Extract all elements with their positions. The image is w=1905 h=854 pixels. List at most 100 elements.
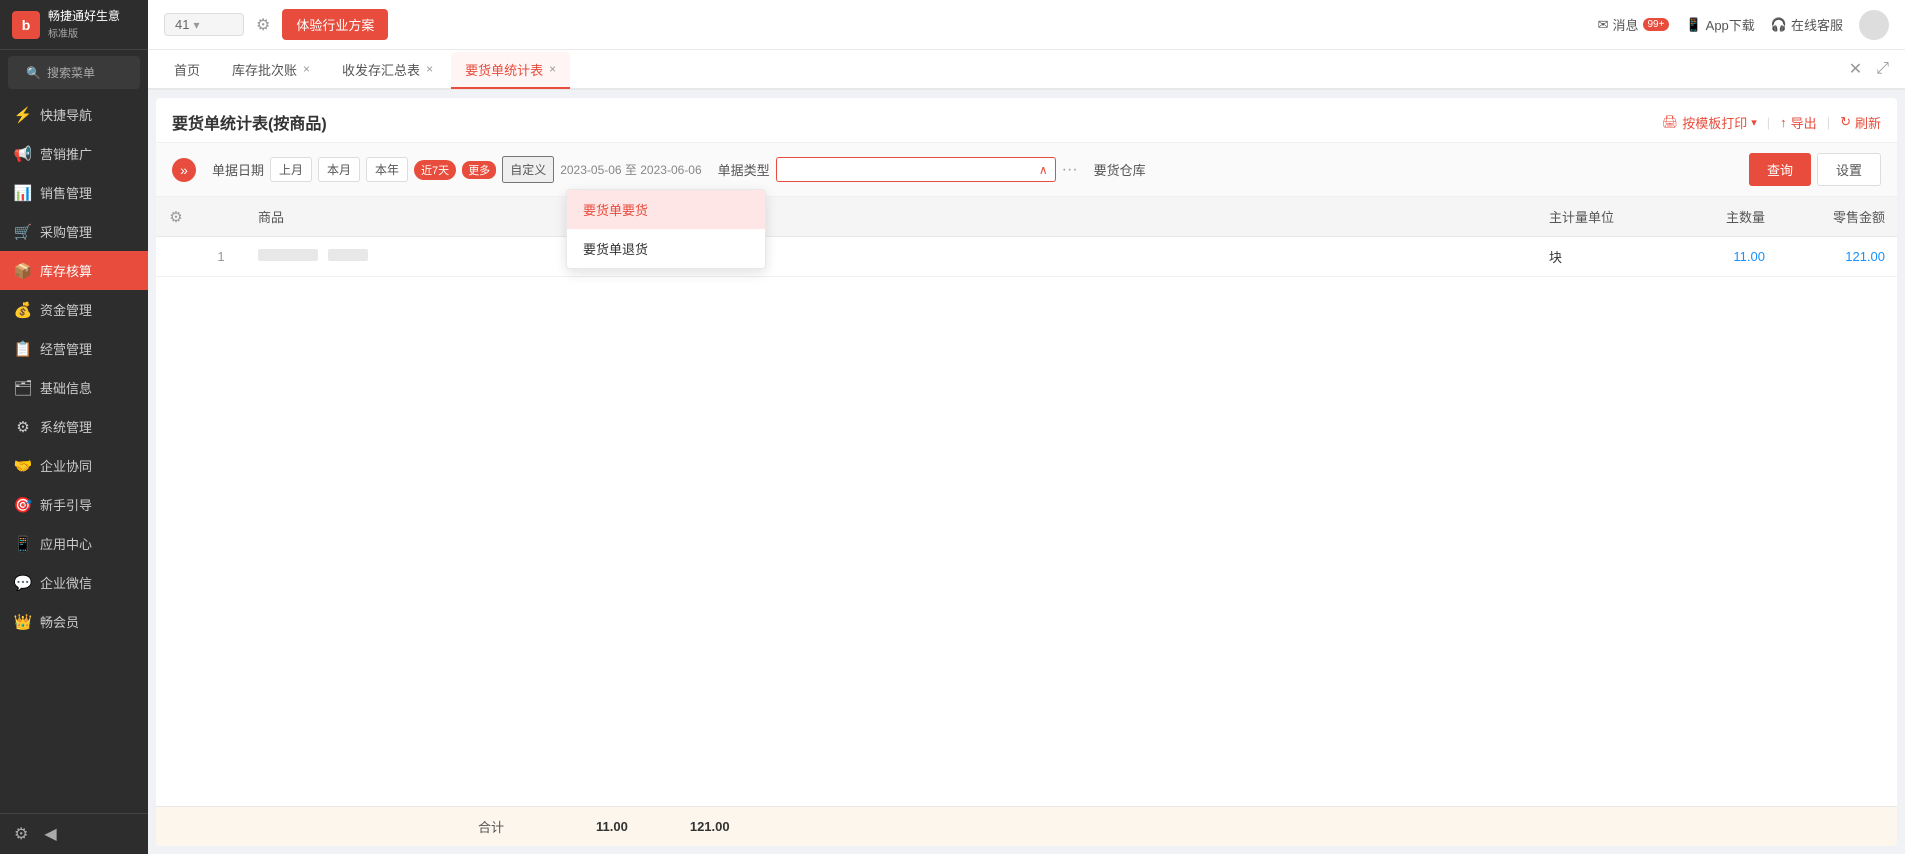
- sidebar-item-label: 经营管理: [40, 339, 92, 358]
- sidebar-item-label: 采购管理: [40, 222, 92, 241]
- footer-label: 合计: [478, 817, 504, 836]
- industry-btn[interactable]: 体验行业方案: [282, 9, 388, 40]
- filter-type-group: 单据类型 ∧ ···: [718, 157, 1078, 182]
- operations-icon: 📋: [14, 340, 32, 358]
- separator: |: [1767, 115, 1770, 130]
- filter-7days-tag[interactable]: 近7天: [414, 160, 456, 180]
- export-btn[interactable]: ↑ 导出: [1780, 113, 1817, 132]
- collapse-icon[interactable]: ◀: [44, 824, 56, 844]
- sidebar-item-app-center[interactable]: 📱 应用中心: [0, 524, 148, 563]
- search-menu[interactable]: 🔍 搜索菜单: [8, 56, 140, 89]
- export-icon: ↑: [1780, 115, 1787, 130]
- table-header-row: ⚙ 商品 主计量单位 主数量 零售金额: [156, 197, 1897, 237]
- sidebar-item-marketing[interactable]: 📢 营销推广: [0, 134, 148, 173]
- tab-home[interactable]: 首页: [160, 52, 214, 89]
- gear-icon[interactable]: ⚙: [256, 15, 270, 35]
- finance-icon: 💰: [14, 301, 32, 319]
- col-unit-header: 主计量单位: [1537, 197, 1657, 237]
- sidebar-item-label: 快捷导航: [40, 105, 92, 124]
- dropdown-item-purchase-order[interactable]: 要货单要货: [567, 190, 765, 229]
- sidebar-item-finance[interactable]: 💰 资金管理: [0, 290, 148, 329]
- messages-label: 消息: [1612, 15, 1638, 34]
- sidebar-item-sales[interactable]: 📊 销售管理: [0, 173, 148, 212]
- search-icon: 🔍: [26, 66, 41, 80]
- sidebar-item-label: 销售管理: [40, 183, 92, 202]
- data-table-container: ⚙ 商品 主计量单位 主数量 零售金额 1: [156, 197, 1897, 806]
- filter-date-group: 单据日期 上月 本月 本年 近7天 更多 自定义 2023-05-06 至 20…: [212, 156, 702, 183]
- refresh-btn[interactable]: ↻ 刷新: [1840, 113, 1881, 132]
- tabs-count-selector[interactable]: 41 ▾: [164, 13, 244, 36]
- sidebar-item-system[interactable]: ⚙ 系统管理: [0, 407, 148, 446]
- tab-order-summary[interactable]: 要货单统计表 ×: [451, 52, 570, 89]
- topbar: 41 ▾ ⚙ 体验行业方案 ✉ 消息 99+ 📱 App下载 🎧 在线客服: [148, 0, 1905, 50]
- brand-sub: 标准版: [48, 25, 120, 40]
- sidebar-item-label: 资金管理: [40, 300, 92, 319]
- sidebar-item-members[interactable]: 👑 畅会员: [0, 602, 148, 641]
- sidebar-item-inventory[interactable]: 📦 库存核算: [0, 251, 148, 290]
- table-row: 1 块 11.00 121.00: [156, 237, 1897, 277]
- dropdown-item-purchase-return[interactable]: 要货单退货: [567, 229, 765, 268]
- page-content: 要货单统计表(按商品) 🖨 按模板打印 ▾ | ↑ 导出 | ↻ 刷新: [156, 98, 1897, 846]
- phone-icon: 📱: [1685, 17, 1701, 33]
- filter-more-tag[interactable]: 更多: [462, 161, 496, 179]
- tab-batch-account-close[interactable]: ×: [303, 63, 310, 75]
- filter-type-more-btn[interactable]: ···: [1062, 161, 1078, 179]
- app-logo-icon: b: [12, 11, 40, 39]
- query-btn[interactable]: 查询: [1749, 153, 1811, 186]
- sidebar-item-guide[interactable]: 🎯 新手引导: [0, 485, 148, 524]
- filter-warehouse-group: 要货仓库: [1094, 160, 1146, 179]
- online-service-label: 在线客服: [1791, 15, 1843, 34]
- sidebar-item-quick-nav[interactable]: ⚡ 快捷导航: [0, 95, 148, 134]
- col-amount-header: 零售金额: [1777, 197, 1897, 237]
- print-template-btn[interactable]: 🖨 按模板打印 ▾: [1662, 113, 1757, 132]
- quick-nav-icon: ⚡: [14, 106, 32, 124]
- page-title: 要货单统计表(按商品): [172, 110, 327, 134]
- sidebar-item-purchase[interactable]: 🛒 采购管理: [0, 212, 148, 251]
- sidebar-item-enterprise[interactable]: 🤝 企业协同: [0, 446, 148, 485]
- tab-order-summary-close[interactable]: ×: [549, 63, 556, 75]
- settings-btn[interactable]: 设置: [1817, 153, 1881, 186]
- tab-batch-account[interactable]: 库存批次账 ×: [218, 52, 324, 89]
- filter-this-month-btn[interactable]: 本月: [318, 157, 360, 182]
- chevron-down-icon: ▾: [1751, 116, 1757, 129]
- filter-expand-btn[interactable]: »: [172, 158, 196, 182]
- page-header-actions: 🖨 按模板打印 ▾ | ↑ 导出 | ↻ 刷新: [1662, 113, 1881, 132]
- tab-order-summary-label: 要货单统计表: [465, 60, 543, 79]
- col-qty-header: 主数量: [1657, 197, 1777, 237]
- sidebar-item-wechat[interactable]: 💬 企业微信: [0, 563, 148, 602]
- user-avatar[interactable]: [1859, 10, 1889, 40]
- tab-receive-summary[interactable]: 收发存汇总表 ×: [328, 52, 447, 89]
- online-service-btn[interactable]: 🎧 在线客服: [1771, 15, 1843, 34]
- settings-icon[interactable]: ⚙: [14, 824, 28, 844]
- filter-date-range: 2023-05-06 至 2023-06-06: [560, 161, 701, 178]
- filter-type-label: 单据类型: [718, 160, 770, 179]
- messages-btn[interactable]: ✉ 消息 99+: [1598, 15, 1670, 34]
- sidebar-item-label: 畅会员: [40, 612, 79, 631]
- tab-close-all-btn[interactable]: ✕: [1845, 57, 1866, 81]
- app-center-icon: 📱: [14, 535, 32, 553]
- message-icon: ✉: [1598, 17, 1609, 33]
- table-settings-icon[interactable]: ⚙: [169, 209, 182, 226]
- sidebar-logo: b 畅捷通好生意 标准版: [0, 0, 148, 50]
- sidebar: b 畅捷通好生意 标准版 🔍 搜索菜单 ⚡ 快捷导航 📢 营销推广 📊 销售管理…: [0, 0, 148, 854]
- members-icon: 👑: [14, 613, 32, 631]
- filter-last-month-btn[interactable]: 上月: [270, 157, 312, 182]
- sidebar-item-label: 企业协同: [40, 456, 92, 475]
- brand-name: 畅捷通好生意: [48, 9, 120, 25]
- basic-info-icon: 🗂: [14, 379, 32, 397]
- filter-custom-btn[interactable]: 自定义: [502, 156, 554, 183]
- row-unit: 块: [1537, 237, 1657, 277]
- filter-type-input[interactable]: [776, 157, 1056, 182]
- sidebar-item-label: 新手引导: [40, 495, 92, 514]
- table-body: 1 块 11.00 121.00: [156, 237, 1897, 277]
- sidebar-item-operations[interactable]: 📋 经营管理: [0, 329, 148, 368]
- tab-receive-summary-close[interactable]: ×: [426, 63, 433, 75]
- type-dropdown: 要货单要货 要货单退货: [566, 189, 766, 269]
- app-download-btn[interactable]: 📱 App下载: [1685, 15, 1754, 34]
- filter-this-year-btn[interactable]: 本年: [366, 157, 408, 182]
- tab-maximize-btn[interactable]: ⤢: [1872, 58, 1893, 80]
- product-spec-placeholder: [328, 249, 368, 261]
- refresh-label: 刷新: [1855, 113, 1881, 132]
- sidebar-item-basic-info[interactable]: 🗂 基础信息: [0, 368, 148, 407]
- system-icon: ⚙: [14, 418, 32, 436]
